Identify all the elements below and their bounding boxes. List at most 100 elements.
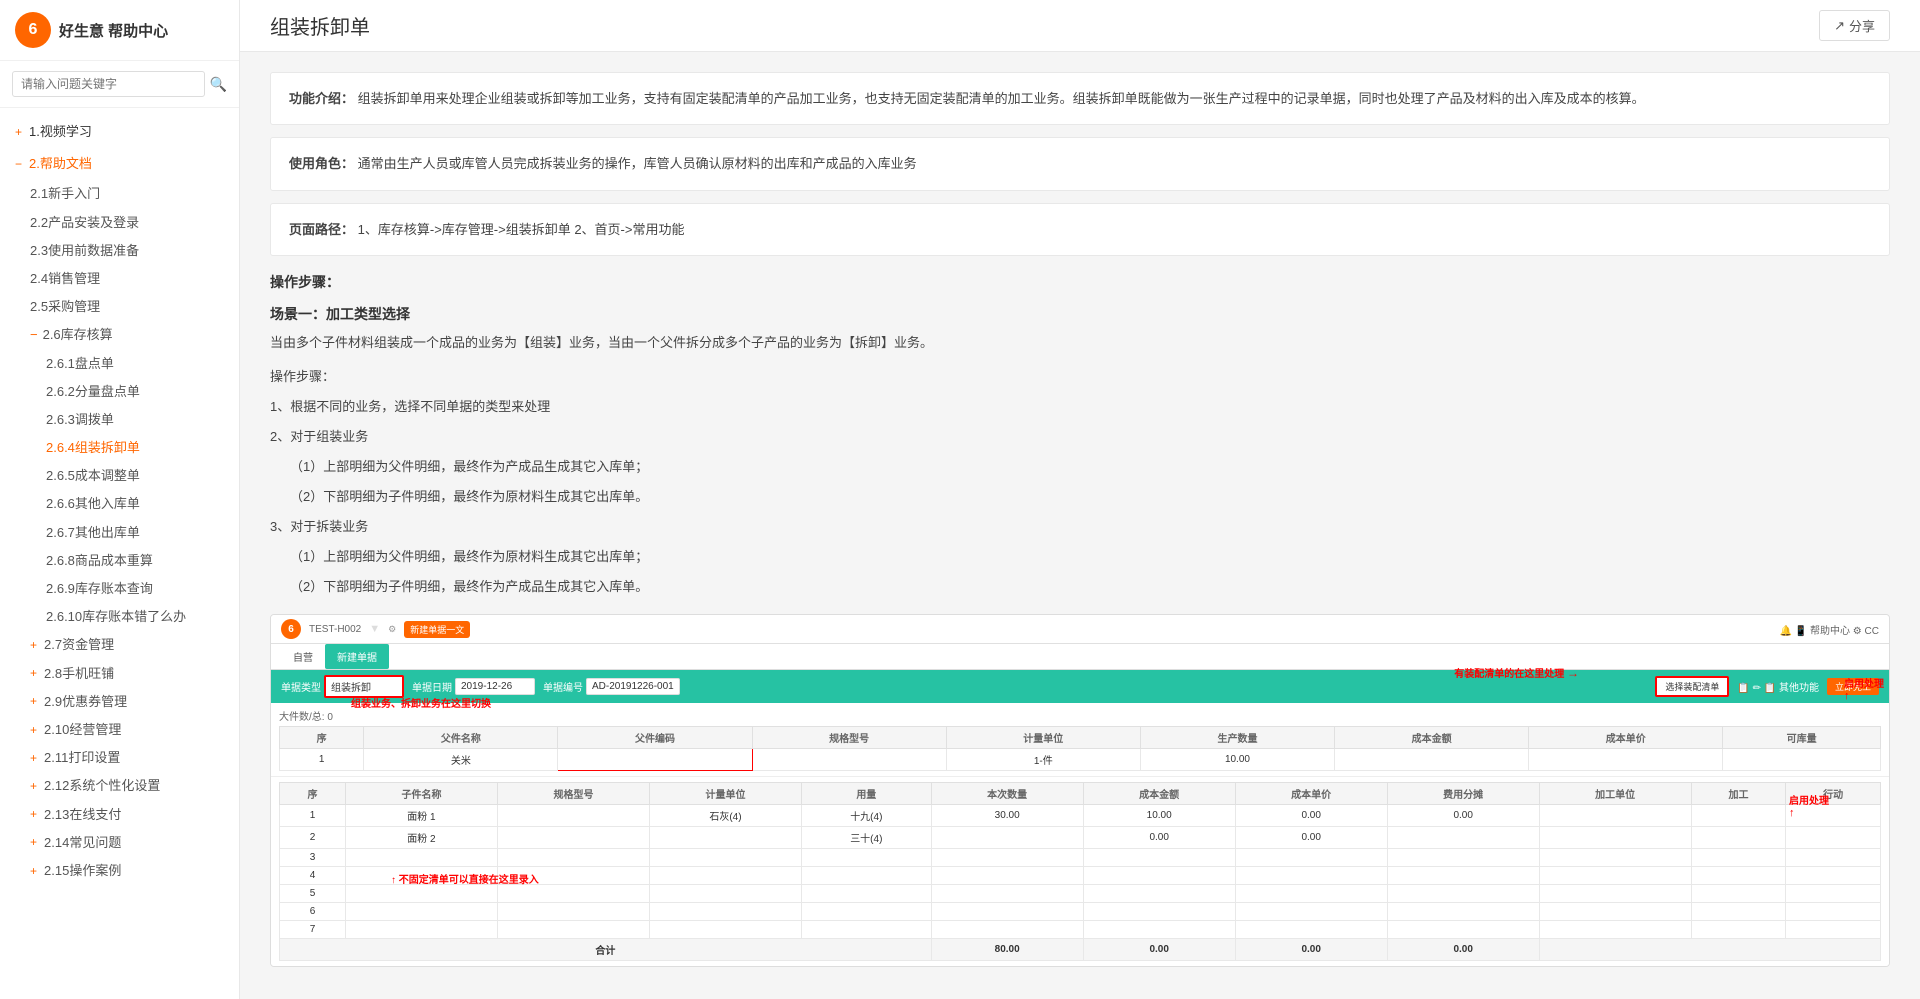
sidebar-item-2-6-10[interactable]: 2.6.10库存账本错了么办	[46, 603, 239, 631]
sim-type-label: 单据类型	[281, 679, 321, 694]
plus-icon-2-15: +	[30, 863, 37, 880]
step3-1: （1）上部明细为父件明细，最终作为原材料生成其它出库单；	[270, 544, 1890, 570]
sim-lower-th-spec: 规格型号	[497, 783, 649, 805]
sidebar-item-2-14[interactable]: + 2.14常见问题	[30, 829, 239, 857]
sidebar-item-2-11[interactable]: + 2.11打印设置	[30, 744, 239, 772]
share-button[interactable]: ↗ 分享	[1819, 10, 1890, 41]
sim-apply-btn[interactable]: 立即完工	[1827, 678, 1879, 695]
sidebar-item-2-3[interactable]: 2.3使用前数据准备	[30, 237, 239, 265]
role-label: 使用角色：	[289, 156, 354, 171]
sim-upper-th-qty: 生产数量	[1140, 727, 1334, 749]
sidebar-item-2-6-6[interactable]: 2.6.6其他入库单	[46, 490, 239, 518]
sidebar-item-2[interactable]: − 2.帮助文档	[0, 148, 239, 180]
sidebar-item-2-6-10-label: 2.6.10库存账本错了么办	[46, 608, 186, 626]
step2: 2、对于组装业务	[270, 424, 1890, 450]
sidebar-item-2-1-label: 2.1新手入门	[30, 185, 100, 203]
sidebar-item-2-6-7[interactable]: 2.6.7其他出库单	[46, 519, 239, 547]
sim-app: 6 TEST-H002 ▼ ⚙ 新建单据一文 🔔 📱 帮助中心 ⚙ CC 自营 …	[271, 615, 1889, 966]
sim-tab-new[interactable]: 新建单据	[325, 644, 389, 669]
sidebar-item-2-10[interactable]: + 2.10经营管理	[30, 716, 239, 744]
share-icon: ↗	[1834, 18, 1845, 34]
sidebar-item-2-12[interactable]: + 2.12系统个性化设置	[30, 772, 239, 800]
sidebar-item-2-6-4-label: 2.6.4组装拆卸单	[46, 439, 140, 457]
sim-no-label: 单据编号	[543, 679, 583, 694]
sim-upper-th-price: 成本单价	[1529, 727, 1723, 749]
sidebar-item-2-6-3-label: 2.6.3调拨单	[46, 411, 114, 429]
sidebar-item-2-2[interactable]: 2.2产品安装及登录	[30, 209, 239, 237]
sim-cell-code	[558, 749, 752, 771]
table-row: 1 关米 1-件 10.00	[280, 749, 1881, 771]
sim-tab-self[interactable]: 自营	[281, 644, 325, 669]
sidebar-item-2-12-label: 2.12系统个性化设置	[44, 777, 160, 795]
search-bar[interactable]: 🔍	[0, 61, 239, 108]
sim-lower-th-workshop: 加工单位	[1539, 783, 1691, 805]
sidebar-item-2-7[interactable]: + 2.7资金管理	[30, 631, 239, 659]
sidebar-item-2-15[interactable]: + 2.15操作案例	[30, 857, 239, 885]
sidebar-item-2-6[interactable]: − 2.6库存核算	[30, 321, 239, 349]
minus-icon: −	[15, 156, 22, 173]
sidebar-item-2-5[interactable]: 2.5采购管理	[30, 293, 239, 321]
sidebar-item-2-6-7-label: 2.6.7其他出库单	[46, 524, 140, 542]
sidebar-item-2-label: 2.帮助文档	[29, 155, 92, 173]
sim-lower-th-unit: 计量单位	[649, 783, 801, 805]
search-input[interactable]	[12, 71, 205, 97]
function-intro-block: 功能介绍： 组装拆卸单用来处理企业组装或拆卸等加工业务，支持有固定装配清单的产品…	[270, 72, 1890, 125]
annotation-switch: 组装业务、拆卸业务在这里切换	[351, 695, 491, 710]
sim-cell-seq: 1	[280, 749, 364, 771]
sidebar-item-2-6-8[interactable]: 2.6.8商品成本重算	[46, 547, 239, 575]
sim-upper-th-seq: 序	[280, 727, 364, 749]
sidebar-item-2-7-label: 2.7资金管理	[44, 636, 114, 654]
step1: 1、根据不同的业务，选择不同单据的类型来处理	[270, 394, 1890, 420]
sidebar-item-2-6-1-label: 2.6.1盘点单	[46, 355, 114, 373]
operation-steps: 操作步骤： 1、根据不同的业务，选择不同单据的类型来处理 2、对于组装业务 （1…	[270, 364, 1890, 600]
sim-upper-area: 大件数/总: 0 组装业务、拆卸业务在这里切换 序 父件名称 父件编码 规格型	[271, 703, 1889, 777]
scene1-desc: 当由多个子件材料组装成一个成品的业务为【组装】业务，当由一个父件拆分成多个子产品…	[270, 330, 1890, 356]
sim-upper-table: 序 父件名称 父件编码 规格型号 计量单位 生产数量 成本金额 成本单价 可库量	[279, 726, 1881, 771]
sidebar-item-2-8[interactable]: + 2.8手机旺铺	[30, 660, 239, 688]
step3-2: （2）下部明细为子件明细，最终作为产成品生成其它入库单。	[270, 574, 1890, 600]
sidebar-item-2-4[interactable]: 2.4销售管理	[30, 265, 239, 293]
sidebar-item-2-6-9[interactable]: 2.6.9库存账本查询	[46, 575, 239, 603]
logo-icon: 6	[15, 12, 51, 48]
sidebar-item-1[interactable]: + 1.视频学习	[0, 116, 239, 148]
table-footer-row: 合计 80.00 0.00 0.00 0.00	[280, 939, 1881, 961]
sidebar: 6 好生意 帮助中心 🔍 + 1.视频学习 − 2.帮助文档 2.1新手入门 2…	[0, 0, 240, 999]
annotation-manual: ↑ 不固定清单可以直接在这里录入	[391, 871, 539, 886]
share-label: 分享	[1849, 16, 1875, 35]
role-block: 使用角色： 通常由生产人员或库管人员完成拆装业务的操作，库管人员确认原材料的出库…	[270, 137, 1890, 190]
sim-topbar: 6 TEST-H002 ▼ ⚙ 新建单据一文 🔔 📱 帮助中心 ⚙ CC	[271, 615, 1889, 644]
sidebar-item-2-9[interactable]: + 2.9优惠券管理	[30, 688, 239, 716]
sim-cell-amt	[1335, 749, 1529, 771]
sim-cell-spec	[752, 749, 946, 771]
topbar: 组装拆卸单 ↗ 分享	[240, 0, 1920, 52]
sim-upper-th-code: 父件编码	[558, 727, 752, 749]
sidebar-item-2-5-label: 2.5采购管理	[30, 298, 100, 316]
sim-select-btn[interactable]: 选择装配清单	[1655, 676, 1729, 697]
sidebar-item-2-6-3[interactable]: 2.6.3调拨单	[46, 406, 239, 434]
sim-logo-icon: 6	[281, 619, 301, 639]
sidebar-item-2-14-label: 2.14常见问题	[44, 834, 121, 852]
plus-icon-2-8: +	[30, 665, 37, 682]
path-block: 页面路径： 1、库存核算->库存管理->组装拆卸单 2、首页->常用功能	[270, 203, 1890, 256]
sidebar-item-2-6-4[interactable]: 2.6.4组装拆卸单	[46, 434, 239, 462]
plus-icon-2-9: +	[30, 693, 37, 710]
table-row: 6	[280, 903, 1881, 921]
sidebar-item-2-10-label: 2.10经营管理	[44, 721, 121, 739]
search-icon[interactable]: 🔍	[210, 76, 227, 93]
sim-lower-th-price: 成本单价	[1235, 783, 1387, 805]
sim-no-input[interactable]: AD-20191226-001	[586, 678, 680, 695]
sim-footer-amt: 0.00	[1083, 939, 1235, 961]
sidebar-item-2-13[interactable]: + 2.13在线支付	[30, 801, 239, 829]
sidebar-item-2-6-2[interactable]: 2.6.2分量盘点单	[46, 378, 239, 406]
sidebar-item-2-6-5[interactable]: 2.6.5成本调整单	[46, 462, 239, 490]
sidebar-sub-2: 2.1新手入门 2.2产品安装及登录 2.3使用前数据准备 2.4销售管理 2.…	[0, 180, 239, 885]
sim-lower-area: ↑ 不固定清单可以直接在这里录入 启用处理 ↑ 序 子件名称 规格型号	[271, 777, 1889, 966]
sidebar-item-2-1[interactable]: 2.1新手入门	[30, 180, 239, 208]
sim-upper-th-spec: 规格型号	[752, 727, 946, 749]
sim-lower-th-qty: 本次数量	[931, 783, 1083, 805]
function-intro-text: 组装拆卸单用来处理企业组装或拆卸等加工业务，支持有固定装配清单的产品加工业务，也…	[358, 91, 1645, 106]
sidebar-item-2-6-1[interactable]: 2.6.1盘点单	[46, 350, 239, 378]
sim-date-input[interactable]: 2019-12-26	[455, 678, 535, 695]
sim-footer-label: 合计	[280, 939, 932, 961]
sim-new-btn[interactable]: 新建单据一文	[404, 621, 470, 638]
